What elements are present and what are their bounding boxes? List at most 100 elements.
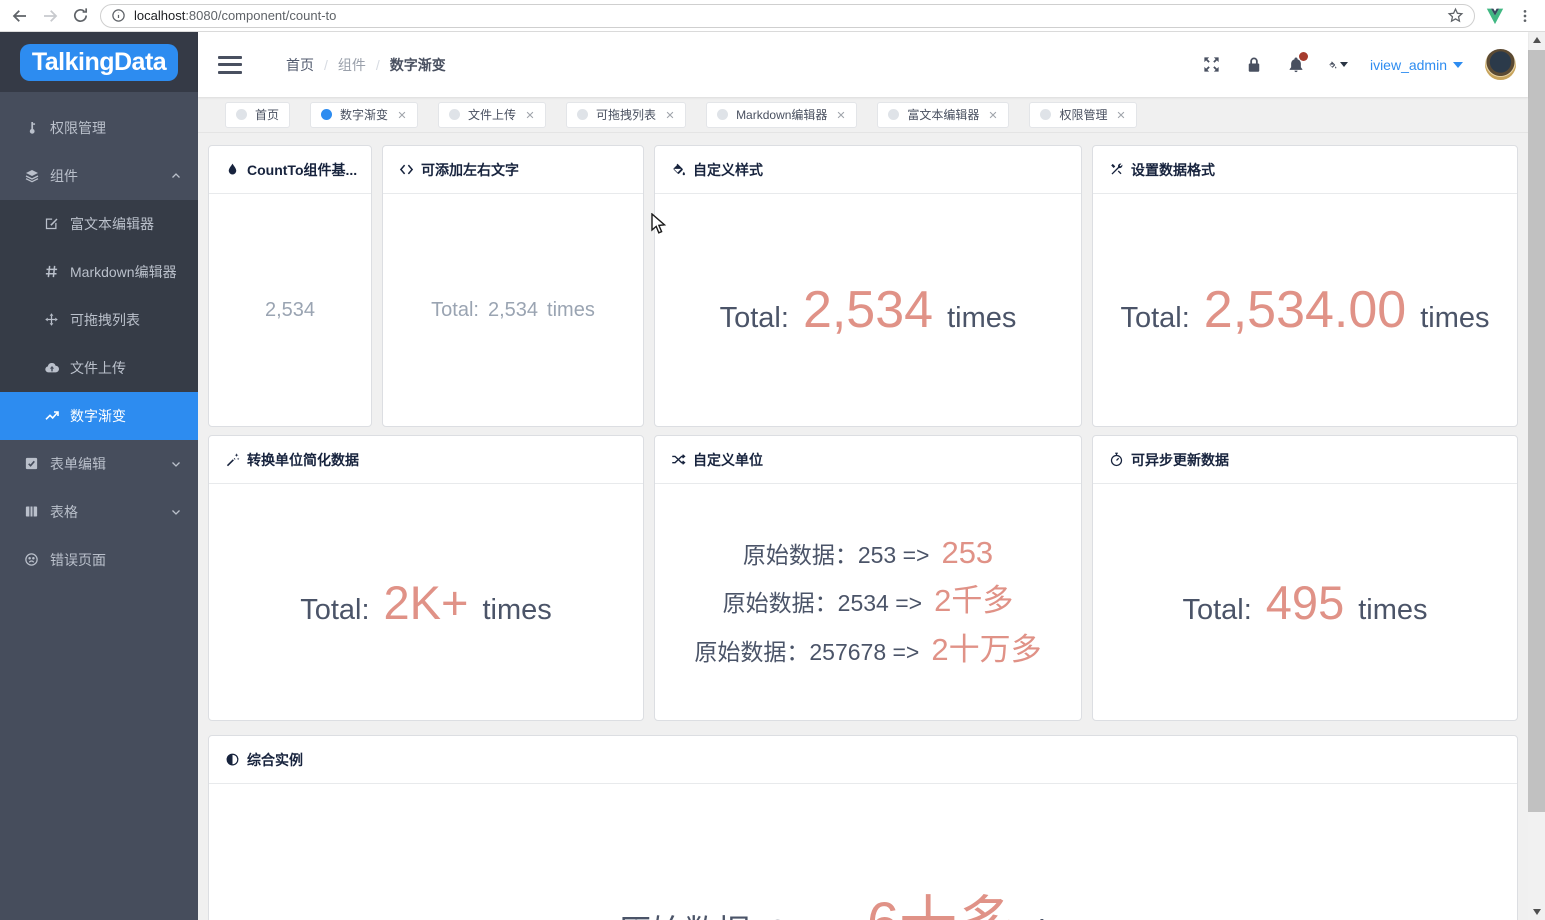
compose-icon: [44, 216, 60, 232]
tab-label: 首页: [255, 108, 280, 122]
sad-face-icon: [24, 552, 40, 568]
refresh-icon[interactable]: [70, 6, 90, 26]
close-icon[interactable]: [1116, 110, 1126, 120]
tab-count-to[interactable]: 数字渐变: [310, 101, 419, 128]
close-icon[interactable]: [988, 110, 998, 120]
paint-bucket-icon[interactable]: [1328, 55, 1348, 75]
close-icon[interactable]: [836, 110, 846, 120]
scroll-down-icon[interactable]: [1528, 904, 1545, 920]
vue-devtools-icon[interactable]: [1485, 6, 1505, 26]
screen: localhost:8080/component/count-to Talkin…: [0, 0, 1545, 920]
card-combined-example: 综合实例 原始数据: 27 => 6十多 times: [208, 735, 1518, 920]
url-text: localhost:8080/component/count-to: [134, 8, 337, 23]
shuffle-icon: [671, 452, 686, 467]
count-value: 2,534: [264, 298, 316, 321]
close-icon[interactable]: [397, 110, 407, 120]
sidebar-item-label: 可拖拽列表: [70, 312, 140, 328]
card-unit-simplify: 转换单位简化数据 Total: 2K+ times: [208, 435, 644, 721]
sidebar-item-permission[interactable]: 权限管理: [0, 104, 198, 152]
chevron-down-icon: [170, 506, 182, 518]
tab-rich-editor[interactable]: 富文本编辑器: [877, 101, 1010, 128]
count-line: 原始数据：2534 => 2千多: [723, 575, 1014, 620]
tab-label: 权限管理: [1059, 108, 1108, 122]
card-async-update: 可异步更新数据 Total: 495 times: [1092, 435, 1518, 721]
card-left-right-text: 可添加左右文字 Total: 2,534 times: [382, 145, 644, 427]
breadcrumb-current: 数字渐变: [389, 56, 446, 73]
count-value: 2,534: [802, 281, 934, 339]
back-icon[interactable]: [10, 6, 30, 26]
count-line: 原始数据: 27 => 6十多 times: [618, 876, 1108, 920]
sidebar-item-components[interactable]: 组件: [0, 152, 198, 200]
close-icon[interactable]: [665, 110, 675, 120]
menu-toggle-icon[interactable]: [218, 55, 242, 74]
card-title: 自定义单位: [693, 451, 763, 468]
user-menu[interactable]: iview_admin: [1370, 57, 1463, 73]
card-title: 可异步更新数据: [1131, 451, 1229, 468]
paint-bucket-icon: [671, 162, 686, 177]
tab-label: 可拖拽列表: [596, 108, 657, 122]
tab-permission[interactable]: 权限管理: [1029, 101, 1138, 128]
card-basic-usage: CountTo组件基... 2,534: [208, 145, 372, 427]
sidebar-item-upload[interactable]: 文件上传: [0, 344, 198, 392]
lock-icon[interactable]: [1244, 55, 1264, 75]
url-bar[interactable]: localhost:8080/component/count-to: [100, 3, 1475, 28]
count-value: 6十多: [867, 876, 1015, 920]
scrollbar-thumb[interactable]: [1528, 50, 1545, 812]
info-icon[interactable]: [111, 8, 126, 23]
checkbox-icon: [24, 456, 40, 472]
scroll-up-icon[interactable]: [1528, 32, 1545, 48]
count-line: 原始数据：253 => 253: [742, 535, 994, 570]
page-scrollbar[interactable]: [1528, 32, 1545, 920]
chevron-down-icon: [1339, 62, 1348, 67]
water-drop-icon: [225, 162, 240, 177]
app-logo[interactable]: TalkingData: [19, 43, 179, 81]
magic-wand-icon: [225, 452, 240, 467]
table-icon: [24, 504, 40, 520]
cloud-upload-icon: [44, 360, 60, 376]
count-line: Total: 495 times: [1182, 575, 1428, 629]
fullscreen-icon[interactable]: [1202, 55, 1222, 75]
count-value: 253: [941, 535, 994, 570]
card-title: CountTo组件基...: [247, 161, 358, 178]
count-line: Total: 2,534 times: [719, 281, 1017, 339]
tab-drag-list[interactable]: 可拖拽列表: [566, 101, 687, 128]
breadcrumb-components[interactable]: 组件: [338, 55, 366, 75]
bookmark-star-icon[interactable]: [1447, 7, 1464, 24]
tab-label: Markdown编辑器: [736, 108, 828, 122]
tags-nav: 首页 数字渐变 文件上传 可拖拽列表 Markdown编辑器 富文本编辑器 权限…: [198, 97, 1528, 133]
count-line: 原始数据：257678 => 2十万多: [694, 624, 1041, 669]
logo-area: TalkingData: [0, 32, 198, 92]
sidebar-item-rich-editor[interactable]: 富文本编辑器: [0, 200, 198, 248]
tab-markdown[interactable]: Markdown编辑器: [706, 101, 858, 128]
count-value: 2千多: [934, 583, 1014, 618]
sidebar-item-form-edit[interactable]: 表单编辑: [0, 440, 198, 488]
trending-up-icon: [44, 408, 60, 424]
close-icon[interactable]: [525, 110, 535, 120]
browser-menu-icon[interactable]: [1515, 6, 1535, 26]
card-title: 设置数据格式: [1131, 161, 1215, 178]
breadcrumb-home[interactable]: 首页: [286, 55, 314, 75]
chevron-down-icon: [1453, 61, 1463, 68]
sidebar-item-table[interactable]: 表格: [0, 488, 198, 536]
avatar[interactable]: [1485, 49, 1516, 80]
tools-icon: [1109, 162, 1124, 177]
tab-label: 文件上传: [468, 108, 517, 122]
card-title: 综合实例: [247, 751, 303, 768]
card-title: 可添加左右文字: [421, 161, 519, 178]
key-icon: [24, 120, 40, 136]
sidebar-item-count-to[interactable]: 数字渐变: [0, 392, 198, 440]
count-value: 2K+: [383, 575, 469, 629]
forward-icon[interactable]: [40, 6, 60, 26]
tab-dot-icon: [449, 109, 461, 120]
tab-dot-icon: [577, 109, 589, 120]
tab-upload[interactable]: 文件上传: [438, 101, 547, 128]
sidebar-item-drag-list[interactable]: 可拖拽列表: [0, 296, 198, 344]
tab-home[interactable]: 首页: [225, 101, 291, 128]
sidebar-item-error-page[interactable]: 错误页面: [0, 536, 198, 584]
breadcrumb: 首页 / 组件 / 数字渐变: [286, 55, 446, 75]
bell-icon[interactable]: [1286, 51, 1308, 75]
card-title: 转换单位简化数据: [247, 451, 359, 468]
sidebar-item-label: 错误页面: [50, 552, 106, 568]
tab-label: 数字渐变: [340, 108, 389, 122]
sidebar-item-markdown[interactable]: Markdown编辑器: [0, 248, 198, 296]
